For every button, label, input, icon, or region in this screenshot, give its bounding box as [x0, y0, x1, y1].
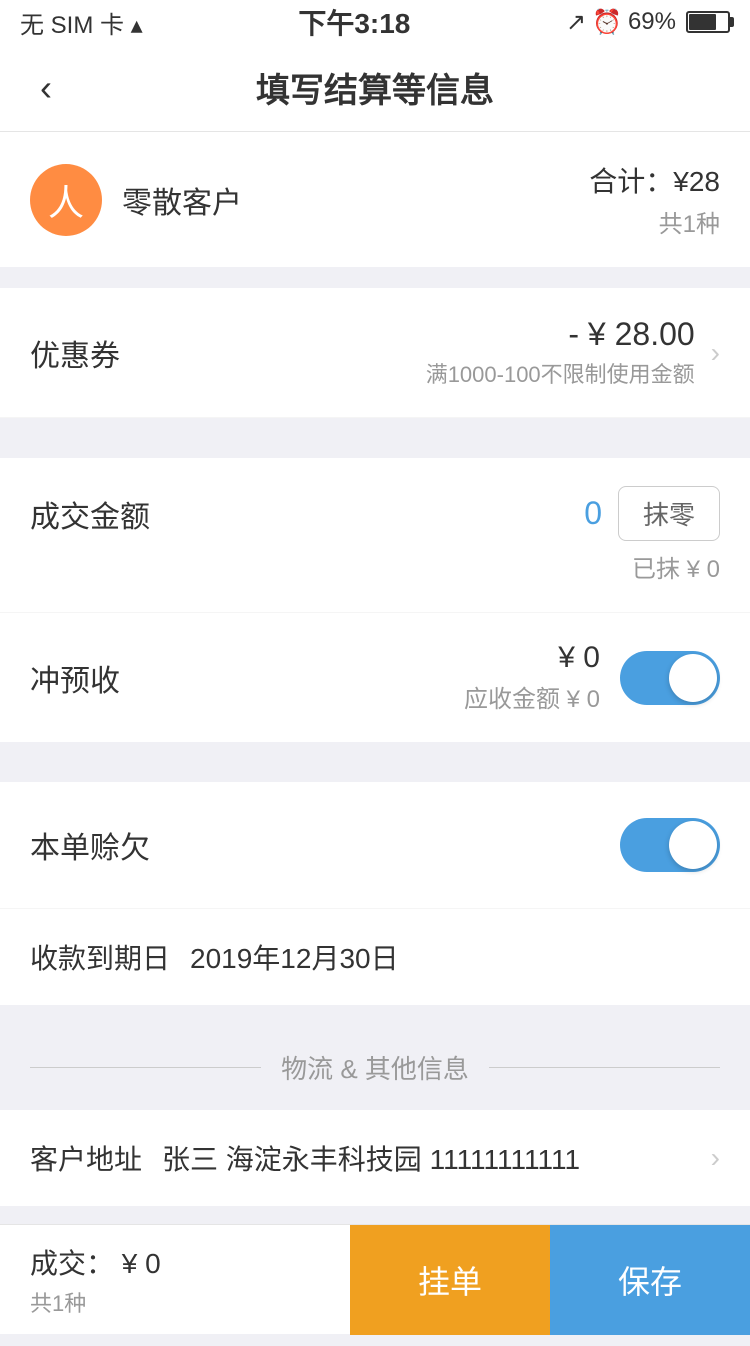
battery-percent: 69% [628, 8, 676, 36]
debit-toggle-knob [669, 821, 717, 869]
separator-1 [0, 438, 750, 458]
alarm-icon: ⏰ [592, 8, 622, 37]
deal-row-top: 成交金额 0 抹零 [30, 486, 720, 541]
avatar-icon: 人 [48, 174, 84, 226]
coupon-row[interactable]: 优惠券 - ¥ 28.00 满1000-100不限制使用金额 › [0, 288, 750, 418]
customer-total: 合计：¥28 共1种 [589, 160, 720, 239]
separator-2 [0, 762, 750, 782]
bottom-info: 成交： ¥ 0 共1种 [0, 1242, 350, 1318]
round-button[interactable]: 抹零 [618, 486, 720, 541]
address-value: 张三 海淀永丰科技园 11111111111 [142, 1138, 711, 1178]
address-chevron-icon: › [711, 1142, 720, 1174]
chevron-right-icon: › [711, 337, 720, 369]
precollect-label: 冲预收 [30, 656, 120, 700]
coupon-desc: 满1000-100不限制使用金额 [426, 357, 695, 389]
precollect-value: ¥ 0 应收金额 ¥ 0 [464, 641, 600, 714]
debit-row: 本单赊欠 [0, 782, 750, 908]
precollect-amount: ¥ 0 [464, 641, 600, 675]
page-title: 填写结算等信息 [256, 63, 494, 112]
address-section: 客户地址 张三 海淀永丰科技园 11111111111 › [0, 1110, 750, 1206]
deal-label: 成交金额 [30, 492, 150, 536]
status-time: 下午3:18 [298, 2, 410, 42]
precollect-row: 冲预收 ¥ 0 应收金额 ¥ 0 [0, 613, 750, 742]
customer-row: 人 零散客户 合计：¥28 共1种 [0, 132, 750, 268]
due-label: 收款到期日 [30, 937, 170, 977]
status-left: 无 SIM 卡 ▴ [20, 5, 143, 40]
debit-section: 本单赊欠 收款到期日 2019年12月30日 [0, 782, 750, 1005]
due-value: 2019年12月30日 [190, 937, 399, 977]
coupon-right: - ¥ 28.00 满1000-100不限制使用金额 › [426, 316, 720, 389]
back-button[interactable]: ‹ [30, 57, 62, 119]
precollect-desc: 应收金额 ¥ 0 [464, 679, 600, 714]
coupon-label: 优惠券 [30, 331, 120, 375]
deal-input-area: 0 抹零 [584, 486, 720, 541]
logistics-title: 物流 & 其他信息 [281, 1049, 469, 1086]
nav-bar: ‹ 填写结算等信息 [0, 44, 750, 132]
content: 人 零散客户 合计：¥28 共1种 优惠券 - ¥ 28.00 满1000-10… [0, 132, 750, 1346]
precollect-toggle[interactable] [620, 651, 720, 705]
deal-value[interactable]: 0 [584, 495, 602, 532]
avatar: 人 [30, 164, 102, 236]
location-icon: ↗ [566, 8, 586, 37]
precollect-right: ¥ 0 应收金额 ¥ 0 [464, 641, 720, 714]
customer-name: 零散客户 [122, 178, 242, 222]
battery-icon [686, 11, 730, 33]
total-count: 共1种 [589, 204, 720, 239]
coupon-value: - ¥ 28.00 满1000-100不限制使用金额 [426, 316, 695, 389]
logistics-header: 物流 & 其他信息 [0, 1025, 750, 1110]
signal-text: 无 SIM 卡 ▴ [20, 5, 143, 40]
address-row[interactable]: 客户地址 张三 海淀永丰科技园 11111111111 › [0, 1110, 750, 1206]
debit-label: 本单赊欠 [30, 823, 150, 867]
hold-button[interactable]: 挂单 [350, 1225, 550, 1335]
toggle-knob [669, 654, 717, 702]
total-amount: 合计：¥28 [589, 160, 720, 200]
logistics-line-right [489, 1067, 720, 1068]
customer-left: 人 零散客户 [30, 164, 242, 236]
coupon-amount: - ¥ 28.00 [426, 316, 695, 353]
debit-toggle[interactable] [620, 818, 720, 872]
address-label: 客户地址 [30, 1138, 142, 1178]
bottom-deal: 成交： ¥ 0 [30, 1242, 320, 1282]
coupon-section: 优惠券 - ¥ 28.00 满1000-100不限制使用金额 › [0, 288, 750, 418]
deal-row: 成交金额 0 抹零 已抹 ¥ 0 [0, 458, 750, 613]
bottom-deal-label: 成交： [30, 1248, 114, 1279]
logistics-line-left [30, 1067, 261, 1068]
status-bar: 无 SIM 卡 ▴ 下午3:18 ↗ ⏰ 69% [0, 0, 750, 44]
due-date-row: 收款到期日 2019年12月30日 [0, 908, 750, 1005]
customer-section: 人 零散客户 合计：¥28 共1种 [0, 132, 750, 268]
status-right: ↗ ⏰ 69% [566, 8, 730, 37]
deal-section: 成交金额 0 抹零 已抹 ¥ 0 冲预收 ¥ 0 应收金额 ¥ 0 [0, 458, 750, 742]
bottom-count: 共1种 [30, 1286, 320, 1318]
bottom-bar: 成交： ¥ 0 共1种 挂单 保存 [0, 1224, 750, 1334]
bottom-deal-amount: ¥ 0 [122, 1248, 161, 1279]
save-button[interactable]: 保存 [550, 1225, 750, 1335]
deal-sub: 已抹 ¥ 0 [30, 549, 720, 584]
